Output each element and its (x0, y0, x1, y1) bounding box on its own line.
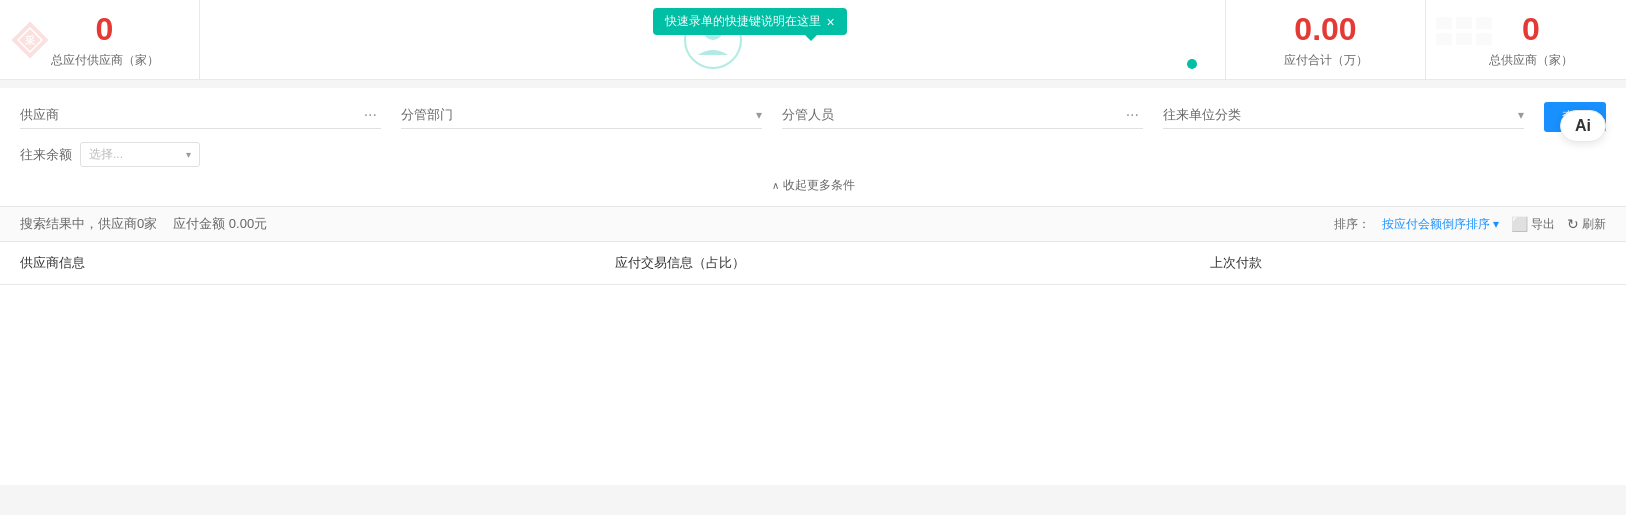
col-payment-header: 上次付款 (1210, 254, 1607, 272)
svg-rect-10 (1476, 33, 1492, 45)
col-transaction-header: 应付交易信息（占比） (615, 254, 1210, 272)
center-area: 快速录单的快捷键说明在这里 × (200, 0, 1226, 79)
export-label: 导出 (1531, 216, 1555, 233)
balance-label: 往来余额 (20, 146, 80, 164)
supplier-label: 供应商 (20, 106, 70, 124)
department-label: 分管部门 (401, 106, 453, 124)
sort-arrow-icon: ▾ (1493, 217, 1499, 231)
unit-category-label: 往来单位分类 (1163, 106, 1241, 124)
search-row-1: 供应商 ··· 分管部门 ▾ 分管人员 ··· 往来单位分类 ▾ 查询 (20, 102, 1606, 132)
total-suppliers-label: 总供应商（家） (1489, 52, 1573, 69)
balance-select[interactable]: 选择... ▾ (80, 142, 200, 167)
unit-category-arrow-icon[interactable]: ▾ (1518, 108, 1524, 122)
sort-value-button[interactable]: 按应付会额倒序排序 ▾ (1382, 216, 1499, 233)
search-row-2: 往来余额 选择... ▾ (20, 142, 1606, 167)
person-label: 分管人员 (782, 106, 834, 124)
stat-total-suppliers: 0 总供应商（家） (1426, 0, 1626, 79)
results-summary: 搜索结果中，供应商0家 应付金额 0.00元 (20, 215, 267, 233)
payable-suppliers-number: 0 (96, 10, 114, 48)
diamond-icon: 采 (10, 20, 50, 60)
sort-value-text: 按应付会额倒序排序 (1382, 216, 1490, 233)
collapse-button[interactable]: ∧ 收起更多条件 (756, 173, 871, 198)
balance-placeholder: 选择... (89, 146, 123, 163)
amount-text: 应付金额 0.00元 (173, 215, 267, 233)
refresh-button[interactable]: ↻ 刷新 (1567, 216, 1606, 233)
results-actions: 排序： 按应付会额倒序排序 ▾ ⬜ 导出 ↻ 刷新 (1334, 216, 1606, 233)
payable-total-label: 应付合计（万） (1284, 52, 1368, 69)
total-suppliers-number: 0 (1522, 10, 1540, 48)
department-field: 分管部门 ▾ (401, 106, 762, 129)
refresh-label: 刷新 (1582, 216, 1606, 233)
svg-rect-6 (1456, 17, 1472, 29)
tooltip-text: 快速录单的快捷键说明在这里 (665, 13, 821, 30)
department-arrow-icon[interactable]: ▾ (756, 108, 762, 122)
person-field: 分管人员 ··· (782, 106, 1143, 129)
tooltip-dot (1187, 59, 1197, 69)
supplier-count-text: 搜索结果中，供应商0家 (20, 215, 157, 233)
svg-text:采: 采 (25, 35, 36, 46)
table-area: 供应商信息 应付交易信息（占比） 上次付款 (0, 242, 1626, 485)
table-header: 供应商信息 应付交易信息（占比） 上次付款 (0, 242, 1626, 285)
supplier-grid-icon (1434, 15, 1494, 65)
ai-badge-button[interactable]: Ai (1560, 110, 1606, 142)
supplier-input[interactable] (70, 107, 360, 122)
stats-bar: 采 0 总应付供应商（家） 快速录单的快捷键说明在这里 × 0.00 应付合计（… (0, 0, 1626, 80)
col-supplier-header: 供应商信息 (20, 254, 615, 272)
stat-total-payable-suppliers: 采 0 总应付供应商（家） (0, 0, 200, 79)
person-more-icon[interactable]: ··· (1122, 106, 1143, 124)
unit-category-field: 往来单位分类 ▾ (1163, 106, 1524, 129)
balance-arrow-icon: ▾ (186, 149, 191, 160)
tooltip-close-button[interactable]: × (827, 15, 835, 29)
payable-suppliers-label: 总应付供应商（家） (51, 52, 159, 69)
refresh-icon: ↻ (1567, 216, 1579, 232)
svg-rect-5 (1436, 17, 1452, 29)
svg-rect-9 (1456, 33, 1472, 45)
payable-total-number: 0.00 (1294, 10, 1356, 48)
table-body (0, 285, 1626, 485)
stat-payable-total: 0.00 应付合计（万） (1226, 0, 1426, 79)
results-bar: 搜索结果中，供应商0家 应付金额 0.00元 排序： 按应付会额倒序排序 ▾ ⬜… (0, 207, 1626, 242)
unit-category-input[interactable] (1241, 107, 1518, 122)
tooltip-bubble: 快速录单的快捷键说明在这里 × (653, 8, 847, 35)
svg-rect-7 (1476, 17, 1492, 29)
collapse-label: 收起更多条件 (783, 177, 855, 194)
supplier-field: 供应商 ··· (20, 106, 381, 129)
search-area: 供应商 ··· 分管部门 ▾ 分管人员 ··· 往来单位分类 ▾ 查询 往来余额… (0, 88, 1626, 207)
supplier-more-icon[interactable]: ··· (360, 106, 381, 124)
export-icon: ⬜ (1511, 216, 1528, 232)
department-input[interactable] (453, 107, 756, 122)
svg-rect-8 (1436, 33, 1452, 45)
sort-label: 排序： (1334, 216, 1370, 233)
collapse-up-icon: ∧ (772, 180, 779, 191)
export-button[interactable]: ⬜ 导出 (1511, 216, 1555, 233)
person-input[interactable] (834, 107, 1122, 122)
